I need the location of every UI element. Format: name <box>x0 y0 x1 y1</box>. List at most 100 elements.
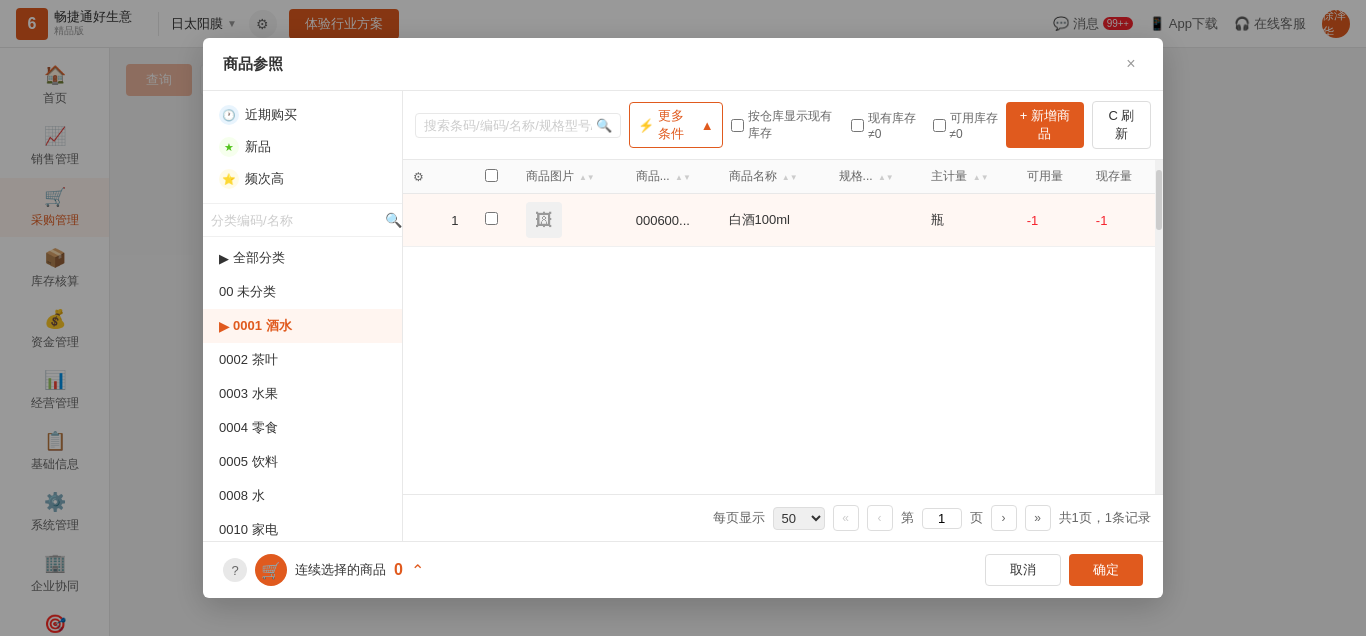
collapse-up-button[interactable]: ⌃ <box>411 561 424 580</box>
modal-title: 商品参照 <box>223 55 283 74</box>
category-item-0010[interactable]: 0010 家电 <box>203 513 403 541</box>
first-page-button[interactable]: « <box>833 505 859 531</box>
confirm-button[interactable]: 确定 <box>1069 554 1143 586</box>
product-search-input[interactable] <box>424 118 592 133</box>
sort-image-icon[interactable]: ▲▼ <box>579 174 595 182</box>
product-table-wrap[interactable]: ⚙ 商品图片 <box>403 160 1155 494</box>
col-image: 商品图片 ▲▼ <box>516 160 626 194</box>
sort-unit-icon[interactable]: ▲▼ <box>973 174 989 182</box>
quick-filter-recent[interactable]: 🕐 近期购买 <box>211 99 394 131</box>
selected-count-text: 连续选择的商品 <box>295 561 386 579</box>
category-00-label: 00 未分类 <box>219 283 276 301</box>
selected-count-badge: 0 <box>394 561 403 579</box>
category-item-0008[interactable]: 0008 水 <box>203 479 403 513</box>
modal-body: 🕐 近期购买 ★ 新品 ⭐ 频次高 <box>203 91 1163 541</box>
scroll-track[interactable] <box>1155 160 1163 494</box>
category-all-label: 全部分类 <box>233 249 285 267</box>
filter-label: 更多条件 <box>658 107 697 143</box>
col-settings: ⚙ <box>403 160 441 194</box>
category-search-input[interactable] <box>211 213 379 228</box>
help-button[interactable]: ? <box>223 558 247 582</box>
total-info: 共1页，1条记录 <box>1059 509 1151 527</box>
row-no-cell: 1 <box>441 194 475 247</box>
product-toolbar: 🔍 ⚡ 更多条件 ▲ 按仓库显示现有库存 <box>403 91 1163 160</box>
category-item-0001[interactable]: ▶ 0001 酒水 <box>203 309 403 343</box>
category-item-0002[interactable]: 0002 茶叶 <box>203 343 403 377</box>
table-area: ⚙ 商品图片 <box>403 160 1163 494</box>
filter-icon: ⚡ <box>638 118 654 133</box>
checkbox-has-available[interactable]: 可用库存≠0 <box>933 110 998 141</box>
category-0001-arrow: ▶ <box>219 319 229 334</box>
category-item-all[interactable]: ▶ 全部分类 <box>203 241 403 275</box>
footer-left: ? 🛒 连续选择的商品 0 ⌃ <box>223 554 424 586</box>
page-size-select[interactable]: 20 50 100 <box>773 507 825 530</box>
recent-icon: 🕐 <box>219 105 239 125</box>
product-search-icon[interactable]: 🔍 <box>596 118 612 133</box>
category-item-00[interactable]: 00 未分类 <box>203 275 403 309</box>
category-0004-label: 0004 零食 <box>219 419 278 437</box>
sort-spec-icon[interactable]: ▲▼ <box>878 174 894 182</box>
new-icon: ★ <box>219 137 239 157</box>
row-available-cell: -1 <box>1017 194 1086 247</box>
modal-header: 商品参照 × <box>203 38 1163 91</box>
quick-filter-new-label: 新品 <box>245 138 271 156</box>
quick-filter-new[interactable]: ★ 新品 <box>211 131 394 163</box>
category-item-0005[interactable]: 0005 饮料 <box>203 445 403 479</box>
filter-checkboxes: 按仓库显示现有库存 现有库存≠0 可用库存≠0 <box>731 108 998 142</box>
product-panel: 🔍 ⚡ 更多条件 ▲ 按仓库显示现有库存 <box>403 91 1163 541</box>
footer-right: 取消 确定 <box>985 554 1143 586</box>
quick-filter-freq[interactable]: ⭐ 频次高 <box>211 163 394 195</box>
col-no <box>441 160 475 194</box>
page-size-label: 每页显示 <box>713 509 765 527</box>
column-settings-icon[interactable]: ⚙ <box>413 170 424 184</box>
quick-filter-freq-label: 频次高 <box>245 170 284 188</box>
table-header-row: ⚙ 商品图片 <box>403 160 1155 194</box>
more-filters-button[interactable]: ⚡ 更多条件 ▲ <box>629 102 723 148</box>
available-value: -1 <box>1027 213 1039 228</box>
category-0008-label: 0008 水 <box>219 487 265 505</box>
category-0005-label: 0005 饮料 <box>219 453 278 471</box>
quick-filters: 🕐 近期购买 ★ 新品 ⭐ 频次高 <box>203 91 402 204</box>
category-item-0004[interactable]: 0004 零食 <box>203 411 403 445</box>
prev-page-button[interactable]: ‹ <box>867 505 893 531</box>
category-0001-label: 0001 酒水 <box>233 317 292 335</box>
row-stock-cell: -1 <box>1086 194 1155 247</box>
category-all-arrow: ▶ <box>219 251 229 266</box>
sort-code-icon[interactable]: ▲▼ <box>675 174 691 182</box>
next-page-button[interactable]: › <box>991 505 1017 531</box>
image-icon: 🖼 <box>535 210 553 231</box>
checkbox-show-inventory[interactable]: 按仓库显示现有库存 <box>731 108 835 142</box>
select-all-checkbox[interactable] <box>485 169 498 182</box>
col-spec: 规格... ▲▼ <box>829 160 922 194</box>
show-inventory-checkbox[interactable] <box>731 119 744 132</box>
product-table: ⚙ 商品图片 <box>403 160 1155 247</box>
has-available-label: 可用库存≠0 <box>950 110 998 141</box>
add-product-button[interactable]: + 新增商品 <box>1006 102 1084 148</box>
last-page-button[interactable]: » <box>1025 505 1051 531</box>
modal-footer: ? 🛒 连续选择的商品 0 ⌃ 取消 确定 <box>203 541 1163 598</box>
col-code: 商品... ▲▼ <box>626 160 719 194</box>
col-stock: 现存量 <box>1086 160 1155 194</box>
row-checkbox-cell <box>475 194 516 247</box>
modal-close-button[interactable]: × <box>1119 52 1143 76</box>
pagination-bar: 每页显示 20 50 100 « ‹ 第 页 › » 共1页，1条记录 <box>403 494 1163 541</box>
has-inventory-checkbox[interactable] <box>851 119 864 132</box>
has-inventory-label: 现有库存≠0 <box>868 110 916 141</box>
row-image-cell: 🖼 <box>516 194 626 247</box>
col-checkbox <box>475 160 516 194</box>
row-code-cell: 000600... <box>626 194 719 247</box>
sort-name-icon[interactable]: ▲▼ <box>782 174 798 182</box>
has-available-checkbox[interactable] <box>933 119 946 132</box>
checkbox-has-inventory[interactable]: 现有库存≠0 <box>851 110 916 141</box>
cancel-button[interactable]: 取消 <box>985 554 1061 586</box>
col-unit: 主计量 ▲▼ <box>921 160 1016 194</box>
page-number-input[interactable] <box>922 508 962 529</box>
row-select-checkbox[interactable] <box>485 212 498 225</box>
cart-icon: 🛒 <box>261 561 281 580</box>
refresh-button[interactable]: C 刷新 <box>1092 101 1151 149</box>
category-item-0003[interactable]: 0003 水果 <box>203 377 403 411</box>
category-search-icon[interactable]: 🔍 <box>385 212 402 228</box>
cart-button[interactable]: 🛒 <box>255 554 287 586</box>
table-row[interactable]: 1 🖼 000600... <box>403 194 1155 247</box>
show-inventory-label: 按仓库显示现有库存 <box>748 108 835 142</box>
